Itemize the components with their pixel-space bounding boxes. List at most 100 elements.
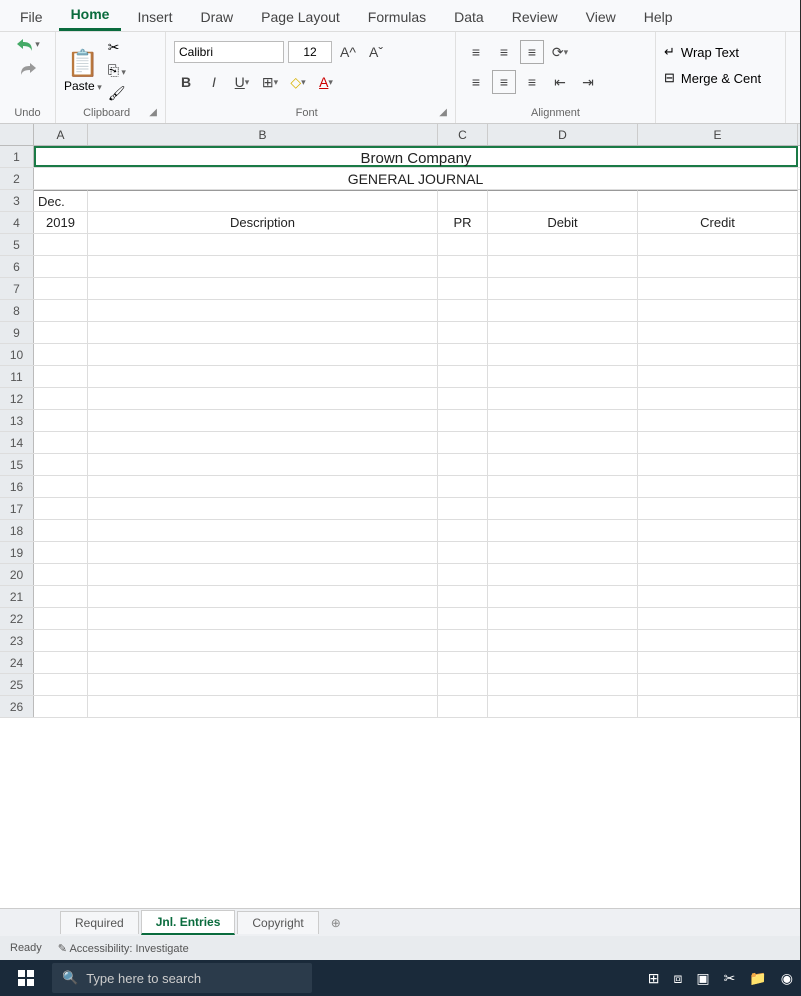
cell[interactable] [438, 652, 488, 673]
cell[interactable] [438, 630, 488, 651]
explorer-icon[interactable]: 📁 [749, 970, 766, 987]
cell[interactable] [488, 344, 638, 365]
cell[interactable] [88, 542, 438, 563]
snip-icon[interactable]: ✂ [724, 970, 736, 987]
cell[interactable] [34, 388, 88, 409]
decrease-font-button[interactable]: Aˇ [364, 40, 388, 64]
clipboard-launcher-icon[interactable]: ◢ [149, 107, 157, 118]
taskbar-search[interactable]: 🔍 Type here to search [52, 963, 312, 993]
paste-label[interactable]: Paste [64, 79, 102, 93]
row-header[interactable]: 26 [0, 696, 34, 717]
column-header-e[interactable]: E [638, 124, 798, 145]
cell[interactable] [34, 476, 88, 497]
cell[interactable] [488, 586, 638, 607]
cell[interactable] [88, 652, 438, 673]
status-accessibility[interactable]: ✎ Accessibility: Investigate [58, 942, 189, 955]
cell-a4[interactable]: 2019 [34, 212, 88, 233]
cell[interactable] [638, 608, 798, 629]
sheet-tab-copyright[interactable]: Copyright [237, 911, 318, 934]
cell[interactable] [88, 674, 438, 695]
cell[interactable] [638, 256, 798, 277]
cell[interactable] [488, 476, 638, 497]
increase-indent-button[interactable]: ⇥ [576, 70, 600, 94]
select-all-corner[interactable] [0, 124, 34, 145]
cell[interactable] [638, 432, 798, 453]
cell[interactable] [488, 454, 638, 475]
undo-button[interactable] [15, 36, 40, 52]
column-header-d[interactable]: D [488, 124, 638, 145]
align-bottom-button[interactable]: ≡ [520, 40, 544, 64]
cell-c4[interactable]: PR [438, 212, 488, 233]
cell[interactable] [638, 520, 798, 541]
cell[interactable] [488, 278, 638, 299]
cell[interactable] [88, 322, 438, 343]
borders-button[interactable]: ⊞ [258, 70, 282, 94]
cell[interactable] [638, 564, 798, 585]
row-header[interactable]: 10 [0, 344, 34, 365]
cell[interactable] [88, 256, 438, 277]
cell[interactable] [88, 190, 438, 211]
tab-data[interactable]: Data [442, 3, 496, 31]
row-header[interactable]: 23 [0, 630, 34, 651]
cell[interactable] [438, 234, 488, 255]
cell-b4[interactable]: Description [88, 212, 438, 233]
cell[interactable] [438, 476, 488, 497]
cell[interactable] [638, 344, 798, 365]
font-name-select[interactable] [174, 41, 284, 63]
tab-file[interactable]: File [8, 3, 55, 31]
cell[interactable] [34, 674, 88, 695]
row-header[interactable]: 20 [0, 564, 34, 585]
column-header-b[interactable]: B [88, 124, 438, 145]
cell[interactable] [34, 498, 88, 519]
cell[interactable] [88, 454, 438, 475]
cell[interactable] [88, 410, 438, 431]
cell[interactable] [638, 234, 798, 255]
cell[interactable] [34, 278, 88, 299]
cell[interactable] [488, 498, 638, 519]
cell[interactable] [488, 410, 638, 431]
cell[interactable] [438, 322, 488, 343]
cell[interactable] [34, 322, 88, 343]
cell[interactable] [488, 520, 638, 541]
cell[interactable] [488, 256, 638, 277]
fill-color-button[interactable]: ◇ [286, 70, 310, 94]
cell[interactable] [34, 652, 88, 673]
row-header[interactable]: 9 [0, 322, 34, 343]
cell[interactable] [88, 344, 438, 365]
cell[interactable] [34, 542, 88, 563]
cell[interactable] [438, 608, 488, 629]
add-sheet-button[interactable]: ⊕ [321, 912, 351, 934]
align-right-button[interactable]: ≡ [520, 70, 544, 94]
cell-e4[interactable]: Credit [638, 212, 798, 233]
cell[interactable] [488, 630, 638, 651]
font-size-select[interactable] [288, 41, 332, 63]
cell[interactable] [438, 674, 488, 695]
tab-help[interactable]: Help [632, 3, 685, 31]
row-header[interactable]: 1 [0, 146, 34, 167]
align-left-button[interactable]: ≡ [464, 70, 488, 94]
bold-button[interactable]: B [174, 70, 198, 94]
increase-font-button[interactable]: A^ [336, 40, 360, 64]
cell[interactable] [34, 630, 88, 651]
row-header[interactable]: 18 [0, 520, 34, 541]
cell[interactable] [88, 432, 438, 453]
font-launcher-icon[interactable]: ◢ [439, 107, 447, 118]
cell[interactable] [34, 520, 88, 541]
cell[interactable] [88, 234, 438, 255]
cell[interactable] [88, 520, 438, 541]
cell[interactable] [638, 300, 798, 321]
align-middle-button[interactable]: ≡ [492, 40, 516, 64]
cell[interactable] [638, 652, 798, 673]
cell[interactable] [488, 608, 638, 629]
cell[interactable] [488, 388, 638, 409]
cell[interactable] [438, 300, 488, 321]
cell[interactable] [638, 410, 798, 431]
wrap-text-button[interactable]: ↵Wrap Text [664, 44, 777, 60]
row-header[interactable]: 3 [0, 190, 34, 211]
cell[interactable] [438, 410, 488, 431]
cell[interactable] [488, 190, 638, 211]
tab-formulas[interactable]: Formulas [356, 3, 438, 31]
cell[interactable] [438, 696, 488, 717]
task-view-icon[interactable]: ⊞ [648, 970, 660, 987]
italic-button[interactable]: I [202, 70, 226, 94]
